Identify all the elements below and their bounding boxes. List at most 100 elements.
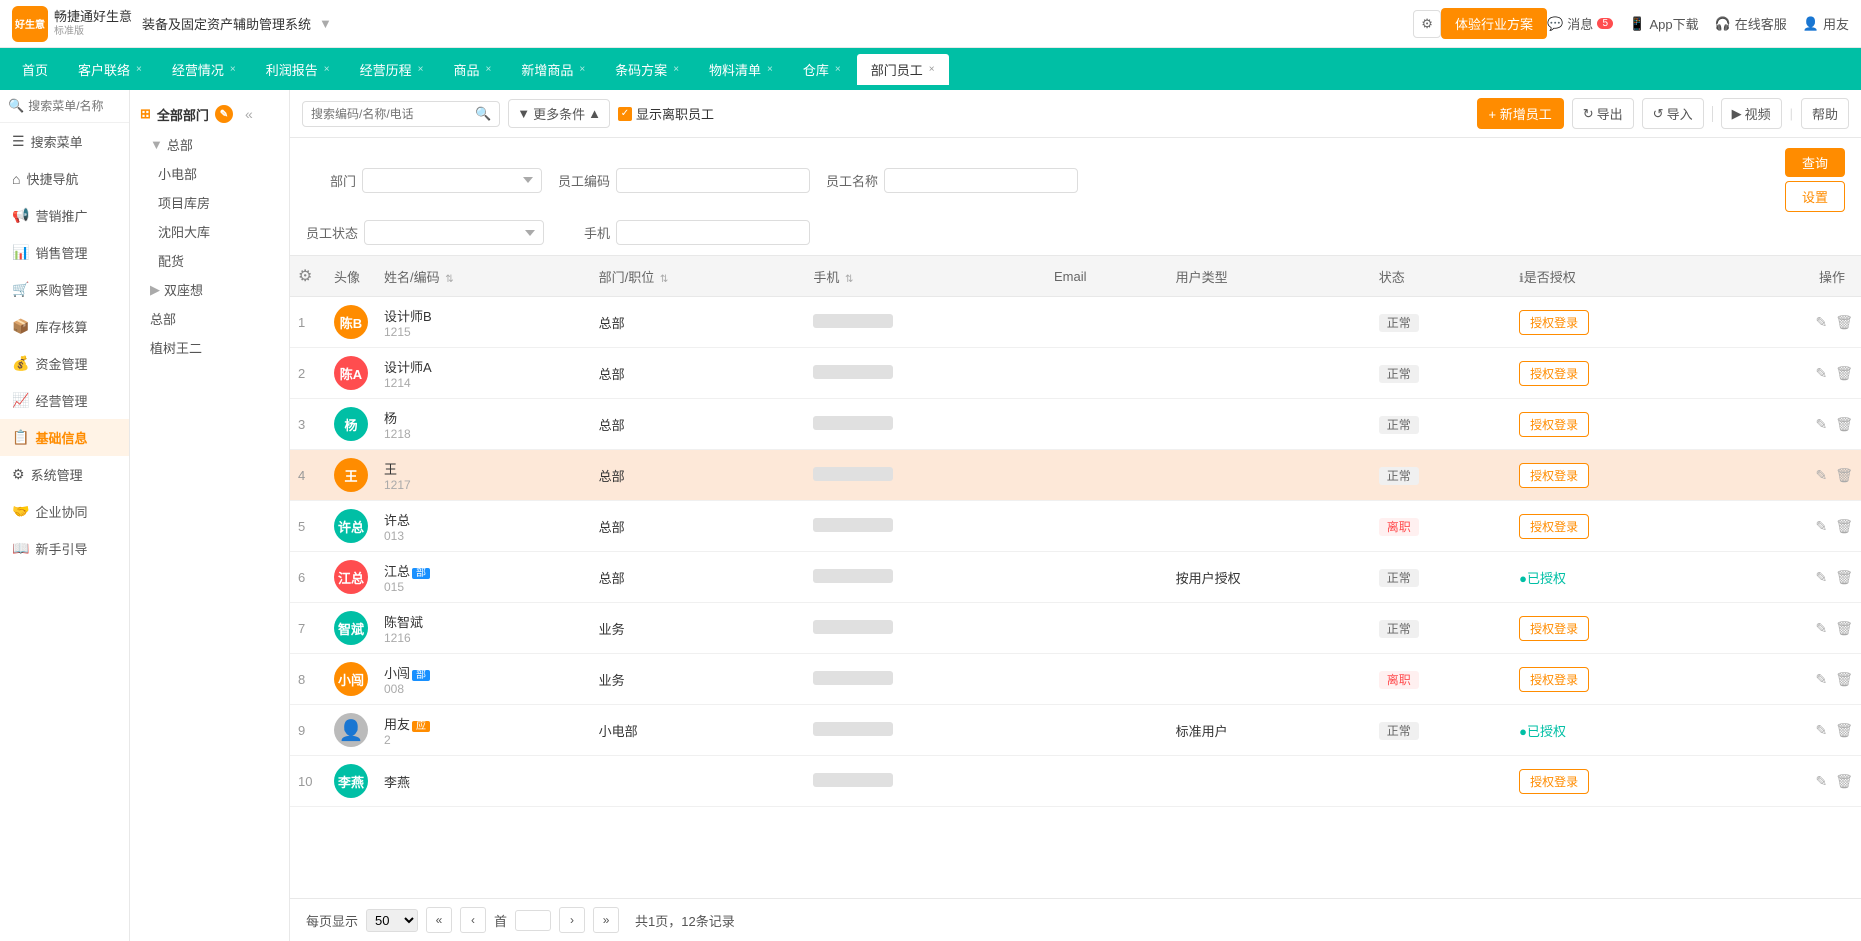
- delete-icon[interactable]: 🗑: [1835, 314, 1853, 331]
- dept-node-shenyang[interactable]: 沈阳大库: [130, 217, 289, 246]
- edit-icon[interactable]: ✎: [1815, 569, 1827, 586]
- tab-customer[interactable]: 客户联络 ×: [64, 54, 156, 85]
- collapse-button[interactable]: «: [239, 104, 259, 124]
- page-number-input[interactable]: 1: [515, 910, 551, 931]
- auth-button[interactable]: 授权登录: [1519, 361, 1589, 386]
- sidebar-item-quicknav[interactable]: ⌂ 快捷导航: [0, 160, 129, 197]
- dept-node-zongbu-parent[interactable]: ▼ 总部: [130, 130, 289, 159]
- settings-gear-icon[interactable]: ⚙: [298, 268, 312, 285]
- video-button[interactable]: ▶ 视频: [1721, 98, 1782, 129]
- close-icon[interactable]: ×: [230, 64, 236, 75]
- sidebar-item-sales[interactable]: 📊 销售管理: [0, 234, 129, 271]
- delete-icon[interactable]: 🗑: [1835, 416, 1853, 433]
- delete-icon[interactable]: 🗑: [1835, 569, 1853, 586]
- sidebar-item-inventory[interactable]: 📦 库存核算: [0, 308, 129, 345]
- sidebar-item-operation[interactable]: 📈 经营管理: [0, 382, 129, 419]
- edit-icon[interactable]: ✎: [1815, 620, 1827, 637]
- message-button[interactable]: 💬 消息 5: [1547, 14, 1613, 33]
- auth-button[interactable]: 授权登录: [1519, 769, 1589, 794]
- search-input[interactable]: [311, 107, 471, 121]
- tab-warehouse[interactable]: 仓库 ×: [789, 54, 855, 85]
- show-resigned-checkbox[interactable]: ✓ 显示离职员工: [618, 104, 714, 123]
- dept-node-xiaodianbu[interactable]: 小电部: [130, 159, 289, 188]
- close-icon[interactable]: ×: [579, 64, 585, 75]
- last-page-button[interactable]: »: [593, 907, 619, 933]
- sidebar-item-collab[interactable]: 🤝 企业协同: [0, 493, 129, 530]
- auth-button[interactable]: 授权登录: [1519, 310, 1589, 335]
- user-menu-button[interactable]: 👤 用友: [1803, 14, 1849, 33]
- auth-button[interactable]: 授权登录: [1519, 412, 1589, 437]
- first-page-button[interactable]: «: [426, 907, 452, 933]
- dept-node-shuangzuoxiang[interactable]: ▶ 双座想: [130, 275, 289, 304]
- edit-icon[interactable]: ✎: [1815, 671, 1827, 688]
- edit-icon[interactable]: ✎: [1815, 773, 1827, 790]
- sidebar-item-search[interactable]: ☰ 搜索菜单: [0, 123, 129, 160]
- dept-node-zongbu2[interactable]: 总部: [130, 304, 289, 333]
- dept-node-xiangmu[interactable]: 项目库房: [130, 188, 289, 217]
- delete-icon[interactable]: 🗑: [1835, 620, 1853, 637]
- sort-icon-phone[interactable]: ⇅: [845, 274, 853, 285]
- edit-icon[interactable]: ✎: [1815, 416, 1827, 433]
- close-icon[interactable]: ×: [418, 64, 424, 75]
- status-select[interactable]: [364, 220, 544, 245]
- app-download-button[interactable]: 📱 App下载: [1629, 14, 1698, 33]
- prev-page-button[interactable]: ‹: [460, 907, 486, 933]
- emp-code-input[interactable]: [616, 168, 810, 193]
- dept-select[interactable]: [362, 168, 542, 193]
- sidebar-search-input[interactable]: [28, 99, 121, 113]
- help-button[interactable]: 帮助: [1801, 98, 1849, 129]
- tab-home[interactable]: 首页: [8, 54, 62, 85]
- tab-dept-employee[interactable]: 部门员工 ×: [857, 54, 949, 85]
- close-icon[interactable]: ×: [835, 64, 841, 75]
- auth-button[interactable]: 授权登录: [1519, 463, 1589, 488]
- tab-business[interactable]: 经营情况 ×: [158, 54, 250, 85]
- trial-button[interactable]: 体验行业方案: [1441, 8, 1547, 39]
- close-icon[interactable]: ×: [767, 64, 773, 75]
- query-button[interactable]: 查询: [1785, 148, 1845, 177]
- close-icon[interactable]: ×: [929, 64, 935, 75]
- edit-icon[interactable]: ✎: [1815, 518, 1827, 535]
- tab-bom[interactable]: 物料清单 ×: [695, 54, 787, 85]
- export-button[interactable]: ↻ 导出: [1572, 98, 1634, 129]
- sort-icon-dept[interactable]: ⇅: [660, 274, 668, 285]
- close-icon[interactable]: ×: [485, 64, 491, 75]
- set-button[interactable]: 设置: [1785, 181, 1845, 212]
- auth-button[interactable]: 授权登录: [1519, 616, 1589, 641]
- auth-button[interactable]: 授权登录: [1519, 667, 1589, 692]
- online-service-button[interactable]: 🎧 在线客服: [1715, 14, 1787, 33]
- delete-icon[interactable]: 🗑: [1835, 365, 1853, 382]
- dept-node-peihuo[interactable]: 配货: [130, 246, 289, 275]
- close-icon[interactable]: ×: [324, 64, 330, 75]
- search-submit-icon[interactable]: 🔍: [475, 106, 491, 122]
- delete-icon[interactable]: 🗑: [1835, 773, 1853, 790]
- phone-input[interactable]: [616, 220, 810, 245]
- sidebar-item-system[interactable]: ⚙ 系统管理: [0, 456, 129, 493]
- delete-icon[interactable]: 🗑: [1835, 722, 1853, 739]
- sidebar-item-marketing[interactable]: 📢 营销推广: [0, 197, 129, 234]
- close-icon[interactable]: ×: [673, 64, 679, 75]
- edit-icon[interactable]: ✎: [1815, 314, 1827, 331]
- dept-add-button[interactable]: ✎: [215, 105, 233, 123]
- auth-button[interactable]: 授权登录: [1519, 514, 1589, 539]
- dropdown-arrow-icon[interactable]: ▼: [319, 16, 332, 31]
- close-icon[interactable]: ×: [136, 64, 142, 75]
- tab-barcode[interactable]: 条码方案 ×: [601, 54, 693, 85]
- settings-button[interactable]: ⚙: [1413, 10, 1441, 38]
- delete-icon[interactable]: 🗑: [1835, 518, 1853, 535]
- sidebar-item-basic[interactable]: 📋 基础信息: [0, 419, 129, 456]
- tab-profit[interactable]: 利润报告 ×: [252, 54, 344, 85]
- sort-icon-name[interactable]: ⇅: [445, 274, 453, 285]
- sidebar-item-purchase[interactable]: 🛒 采购管理: [0, 271, 129, 308]
- import-button[interactable]: ↺ 导入: [1642, 98, 1704, 129]
- dept-node-zhishu[interactable]: 植树王二: [130, 333, 289, 362]
- edit-icon[interactable]: ✎: [1815, 467, 1827, 484]
- delete-icon[interactable]: 🗑: [1835, 467, 1853, 484]
- edit-icon[interactable]: ✎: [1815, 365, 1827, 382]
- more-filter-button[interactable]: ▼ 更多条件 ▲: [508, 99, 610, 128]
- edit-icon[interactable]: ✎: [1815, 722, 1827, 739]
- tab-goods[interactable]: 商品 ×: [439, 54, 505, 85]
- next-page-button[interactable]: ›: [559, 907, 585, 933]
- delete-icon[interactable]: 🗑: [1835, 671, 1853, 688]
- sidebar-item-guide[interactable]: 📖 新手引导: [0, 530, 129, 567]
- add-employee-button[interactable]: + 新增员工: [1477, 98, 1564, 129]
